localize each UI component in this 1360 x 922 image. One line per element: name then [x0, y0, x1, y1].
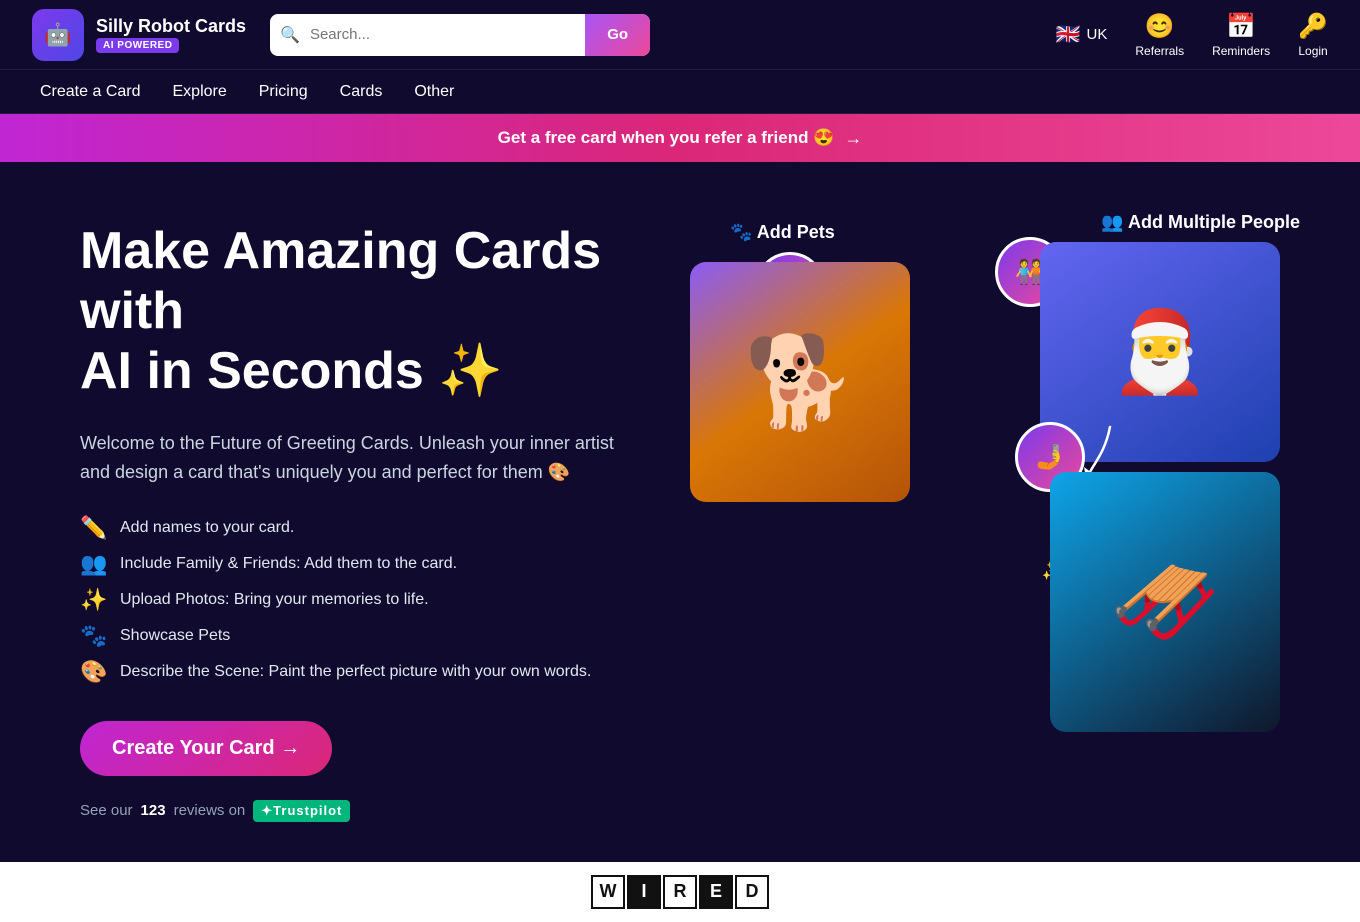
list-item: 👥 Include Family & Friends: Add them to … — [80, 551, 630, 577]
referrals-button[interactable]: 😊 Referrals — [1135, 12, 1184, 58]
feature-icon-3: 🐾 — [80, 623, 108, 649]
brand-name: Silly Robot Cards — [96, 16, 246, 38]
hero-section: Make Amazing Cards with AI in Seconds ✨ … — [0, 162, 1360, 862]
nav-create-a-card[interactable]: Create a Card — [40, 79, 141, 105]
main-nav: Create a Card Explore Pricing Cards Othe… — [0, 70, 1360, 114]
promo-text: Get a free card when you refer a friend … — [498, 128, 835, 148]
flag-icon: 🇬🇧 — [1056, 22, 1081, 47]
feature-icon-1: 👥 — [80, 551, 108, 577]
nav-cards[interactable]: Cards — [340, 79, 383, 105]
nav-explore[interactable]: Explore — [173, 79, 227, 105]
label-add-people: 👥 Add Multiple People — [1101, 212, 1300, 233]
wired-logo: W I R E D — [590, 875, 770, 909]
nav-other[interactable]: Other — [414, 79, 454, 105]
pets-label-text: 🐾 Add Pets — [730, 222, 835, 243]
login-button[interactable]: 🔑 Login — [1298, 12, 1328, 58]
feature-text-4: Describe the Scene: Paint the perfect pi… — [120, 663, 591, 681]
locale-button[interactable]: 🇬🇧 UK — [1056, 22, 1108, 47]
hero-title: Make Amazing Cards with AI in Seconds ✨ — [80, 222, 630, 401]
reminders-icon: 📅 — [1226, 12, 1256, 41]
feature-icon-4: 🎨 — [80, 659, 108, 685]
feature-icon-2: ✨ — [80, 587, 108, 613]
hero-left: Make Amazing Cards with AI in Seconds ✨ … — [80, 212, 630, 822]
feature-text-2: Upload Photos: Bring your memories to li… — [120, 591, 429, 609]
trustpilot-mid: reviews on — [174, 802, 246, 819]
search-form: 🔍 Go — [270, 14, 650, 56]
wired-letter-e: E — [699, 875, 733, 909]
feature-text-0: Add names to your card. — [120, 519, 294, 537]
label-add-pets: 🐾 Add Pets — [730, 222, 835, 243]
promo-arrow-icon: → — [844, 128, 862, 149]
list-item: ✨ Upload Photos: Bring your memories to … — [80, 587, 630, 613]
search-icon: 🔍 — [270, 25, 310, 45]
trustpilot-logo: ✦Trustpilot — [253, 800, 350, 822]
trustpilot-row: See our 123 reviews on ✦Trustpilot — [80, 800, 630, 822]
login-label: Login — [1298, 44, 1327, 58]
hero-description: Welcome to the Future of Greeting Cards.… — [80, 429, 630, 487]
arrow-selfies-icon — [1070, 417, 1130, 477]
list-item: 🎨 Describe the Scene: Paint the perfect … — [80, 659, 630, 685]
people-label-text: 👥 Add Multiple People — [1101, 212, 1300, 233]
list-item: 🐾 Showcase Pets — [80, 623, 630, 649]
hero-title-line1: Make Amazing Cards with — [80, 222, 601, 340]
search-button[interactable]: Go — [585, 14, 650, 56]
list-item: ✏️ Add names to your card. — [80, 515, 630, 541]
trustpilot-pre: See our — [80, 802, 133, 819]
site-header: 🤖 Silly Robot Cards AI POWERED 🔍 Go 🇬🇧 U… — [0, 0, 1360, 70]
feature-text-1: Include Family & Friends: Add them to th… — [120, 555, 457, 573]
wired-letter-r: R — [663, 875, 697, 909]
reminders-label: Reminders — [1212, 44, 1270, 58]
hero-right-collage: 🐾 Add Pets 🐶 🐕 👥 Add Multiple People 🧑‍🤝… — [670, 212, 1300, 742]
login-icon: 🔑 — [1298, 12, 1328, 41]
wired-letter-i: I — [627, 875, 661, 909]
feature-icon-0: ✏️ — [80, 515, 108, 541]
dog-card-image: 🐕 — [690, 262, 910, 502]
hero-title-line2: AI in Seconds ✨ — [80, 342, 503, 400]
wired-letter-d: D — [735, 875, 769, 909]
feature-list: ✏️ Add names to your card. 👥 Include Fam… — [80, 515, 630, 685]
feature-text-3: Showcase Pets — [120, 627, 230, 645]
selfie-card-image: 🛷 — [1050, 472, 1280, 732]
locale-label: UK — [1087, 26, 1108, 43]
promo-banner[interactable]: Get a free card when you refer a friend … — [0, 114, 1360, 162]
referrals-icon: 😊 — [1145, 12, 1175, 41]
nav-pricing[interactable]: Pricing — [259, 79, 308, 105]
logo-icon: 🤖 — [32, 9, 84, 61]
search-input[interactable] — [310, 26, 585, 43]
referrals-label: Referrals — [1135, 44, 1184, 58]
create-card-button[interactable]: Create Your Card → — [80, 721, 332, 776]
logo-link[interactable]: 🤖 Silly Robot Cards AI POWERED — [32, 9, 246, 61]
reminders-button[interactable]: 📅 Reminders — [1212, 12, 1270, 58]
wired-letter-w: W — [591, 875, 625, 909]
wired-bar: W I R E D — [0, 862, 1360, 922]
trustpilot-count: 123 — [141, 802, 166, 819]
logo-text-block: Silly Robot Cards AI POWERED — [96, 16, 246, 53]
ai-badge: AI POWERED — [96, 38, 179, 53]
header-right: 🇬🇧 UK 😊 Referrals 📅 Reminders 🔑 Login — [1056, 12, 1328, 58]
